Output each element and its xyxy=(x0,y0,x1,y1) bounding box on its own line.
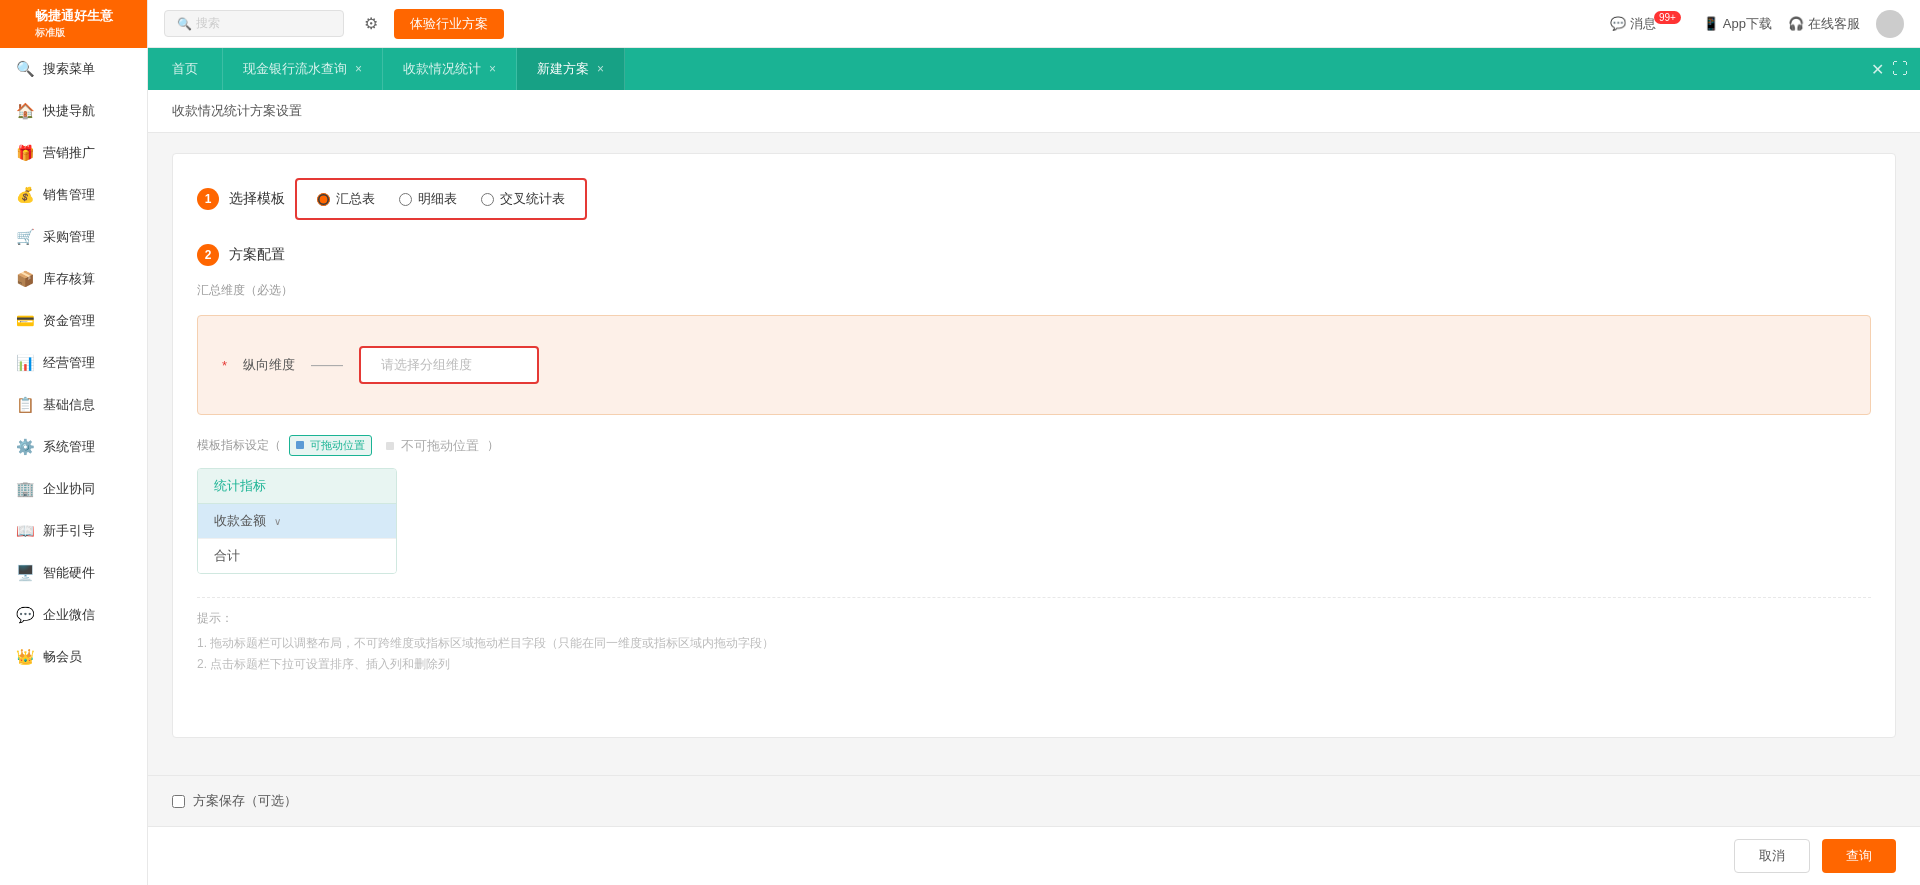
box-icon: 📦 xyxy=(16,270,35,288)
dimension-row: * 纵向维度 —— 请选择分组维度 xyxy=(222,346,539,384)
tips-title: 提示： xyxy=(197,610,1871,627)
sidebar-item-search[interactable]: 🔍 搜索菜单 xyxy=(0,48,147,90)
sidebar-item-purchase[interactable]: 🛒 采购管理 xyxy=(0,216,147,258)
save-option-section: 方案保存（可选） xyxy=(148,775,1920,826)
indicator-label: 模板指标设定（ 可拖动位置 不可拖动位置 ） xyxy=(197,435,1871,456)
dimension-area: * 纵向维度 —— 请选择分组维度 xyxy=(197,315,1871,415)
sidebar-item-wechat[interactable]: 💬 企业微信 xyxy=(0,594,147,636)
page-header: 收款情况统计方案设置 xyxy=(148,90,1920,133)
sidebar-item-operations[interactable]: 📊 经营管理 xyxy=(0,342,147,384)
step2-header: 2 方案配置 xyxy=(197,244,1871,266)
topbar: 🔍 搜索 ⚙ 体验行业方案 💬 消息 99+ 📱 App下载 🎧 在线客服 xyxy=(148,0,1920,48)
sidebar-logo-text: 畅捷通好生意 标准版 xyxy=(35,8,113,39)
required-mark: * xyxy=(222,358,227,373)
sidebar-item-guide[interactable]: 📖 新手引导 xyxy=(0,510,147,552)
save-label: 方案保存（可选） xyxy=(193,792,297,810)
tab-bank-flow[interactable]: 现金银行流水查询 × xyxy=(223,48,383,90)
cart-icon: 🛒 xyxy=(16,228,35,246)
template-options: 汇总表 明细表 交叉统计表 xyxy=(295,178,587,220)
crown-icon: 👑 xyxy=(16,648,35,666)
sidebar-item-sales[interactable]: 💰 销售管理 xyxy=(0,174,147,216)
search-icon: 🔍 xyxy=(16,60,35,78)
save-checkbox[interactable] xyxy=(172,795,185,808)
page-body: 1 选择模板 汇总表 明细表 xyxy=(148,133,1920,775)
step1-section: 1 选择模板 汇总表 明细表 xyxy=(197,178,1871,220)
footer-bar: 取消 查询 xyxy=(148,826,1920,885)
sidebar-item-inventory[interactable]: 📦 库存核算 xyxy=(0,258,147,300)
dimension-select[interactable]: 请选择分组维度 xyxy=(359,346,539,384)
gift-icon: 🎁 xyxy=(16,144,35,162)
tab-new-plan[interactable]: 新建方案 × xyxy=(517,48,625,90)
cancel-button[interactable]: 取消 xyxy=(1734,839,1810,873)
book-icon: 📖 xyxy=(16,522,35,540)
chart-icon: 📊 xyxy=(16,354,35,372)
industry-plan-button[interactable]: 体验行业方案 xyxy=(394,9,504,39)
tabbar: 首页 现金银行流水查询 × 收款情况统计 × 新建方案 × ✕ ⛶ xyxy=(148,48,1920,90)
sidebar-item-system[interactable]: ⚙️ 系统管理 xyxy=(0,426,147,468)
sidebar-item-enterprise[interactable]: 🏢 企业协同 xyxy=(0,468,147,510)
step1-number: 1 xyxy=(197,188,219,210)
sidebar-item-finance[interactable]: 💳 资金管理 xyxy=(0,300,147,342)
step1-header: 1 选择模板 汇总表 明细表 xyxy=(197,178,1871,220)
sidebar-logo: 畅捷通好生意 标准版 xyxy=(0,0,147,48)
close-collection-stats-tab[interactable]: × xyxy=(489,62,496,76)
search-icon-topbar: 🔍 xyxy=(177,17,192,31)
close-window-button[interactable]: ✕ xyxy=(1871,60,1884,79)
sidebar-item-member[interactable]: 👑 畅会员 xyxy=(0,636,147,678)
chat-icon: 💬 xyxy=(16,606,35,624)
sidebar-item-quick-nav[interactable]: 🏠 快捷导航 xyxy=(0,90,147,132)
sidebar-item-basic-info[interactable]: 📋 基础信息 xyxy=(0,384,147,426)
dimension-config: 汇总维度（必选） * 纵向维度 —— 请选择分组维度 xyxy=(197,282,1871,689)
step2-number: 2 xyxy=(197,244,219,266)
download-icon: 📱 xyxy=(1703,16,1719,31)
sidebar: 畅捷通好生意 标准版 🔍 搜索菜单 🏠 快捷导航 🎁 营销推广 💰 销售管理 🛒… xyxy=(0,0,148,885)
card-icon: 💳 xyxy=(16,312,35,330)
arrow-icon: —— xyxy=(311,356,343,374)
close-bank-flow-tab[interactable]: × xyxy=(355,62,362,76)
tips-item-2: 2. 点击标题栏下拉可设置排序、插入列和删除列 xyxy=(197,656,1871,673)
gear-icon: ⚙️ xyxy=(16,438,35,456)
headset-icon: 🎧 xyxy=(1788,16,1804,31)
dimension-label: 汇总维度（必选） xyxy=(197,282,1871,299)
close-new-plan-tab[interactable]: × xyxy=(597,62,604,76)
content-area: 收款情况统计方案设置 1 选择模板 汇总表 xyxy=(148,90,1920,885)
amount-dropdown-arrow[interactable]: ∨ xyxy=(274,516,281,527)
app-download-item[interactable]: 📱 App下载 xyxy=(1703,15,1772,33)
user-avatar[interactable] xyxy=(1876,10,1904,38)
monitor-icon: 🖥️ xyxy=(16,564,35,582)
indicator-row-total: 合计 xyxy=(198,539,396,573)
step2-title: 方案配置 xyxy=(229,246,285,264)
tab-home[interactable]: 首页 xyxy=(148,48,223,90)
money-icon: 💰 xyxy=(16,186,35,204)
step1-title: 选择模板 xyxy=(229,190,285,208)
indicator-section: 模板指标设定（ 可拖动位置 不可拖动位置 ） xyxy=(197,435,1871,577)
clipboard-icon: 📋 xyxy=(16,396,35,414)
main-area: 🔍 搜索 ⚙ 体验行业方案 💬 消息 99+ 📱 App下载 🎧 在线客服 首页 xyxy=(148,0,1920,885)
topbar-right: 💬 消息 99+ 📱 App下载 🎧 在线客服 xyxy=(1610,10,1904,38)
indicator-table: 统计指标 收款金额 ∨ 合计 xyxy=(197,468,397,574)
sidebar-item-marketing[interactable]: 🎁 营销推广 xyxy=(0,132,147,174)
indicator-row-amount[interactable]: 收款金额 ∨ xyxy=(198,504,396,539)
row-dimension-label: 纵向维度 xyxy=(243,356,295,374)
notification-item[interactable]: 💬 消息 99+ xyxy=(1610,15,1687,33)
settings-icon[interactable]: ⚙ xyxy=(364,14,378,33)
radio-detail[interactable]: 明细表 xyxy=(399,190,457,208)
message-icon: 💬 xyxy=(1610,16,1626,31)
search-box[interactable]: 🔍 搜索 xyxy=(164,10,344,37)
online-service-item[interactable]: 🎧 在线客服 xyxy=(1788,15,1860,33)
expand-window-button[interactable]: ⛶ xyxy=(1892,60,1908,78)
step2-section: 2 方案配置 汇总维度（必选） * 纵向维度 —— xyxy=(197,244,1871,689)
radio-cross[interactable]: 交叉统计表 xyxy=(481,190,565,208)
home-icon: 🏠 xyxy=(16,102,35,120)
indicator-table-header: 统计指标 xyxy=(198,469,396,504)
tips-section: 提示： 1. 拖动标题栏可以调整布局，不可跨维度或指标区域拖动栏目字段（只能在同… xyxy=(197,597,1871,689)
tips-item-1: 1. 拖动标题栏可以调整布局，不可跨维度或指标区域拖动栏目字段（只能在同一维度或… xyxy=(197,635,1871,652)
radio-summary[interactable]: 汇总表 xyxy=(317,190,375,208)
query-button[interactable]: 查询 xyxy=(1822,839,1896,873)
draggable-tag: 可拖动位置 xyxy=(289,435,372,456)
tab-collection-stats[interactable]: 收款情况统计 × xyxy=(383,48,517,90)
tab-controls: ✕ ⛶ xyxy=(1871,48,1920,90)
building-icon: 🏢 xyxy=(16,480,35,498)
sidebar-item-hardware[interactable]: 🖥️ 智能硬件 xyxy=(0,552,147,594)
